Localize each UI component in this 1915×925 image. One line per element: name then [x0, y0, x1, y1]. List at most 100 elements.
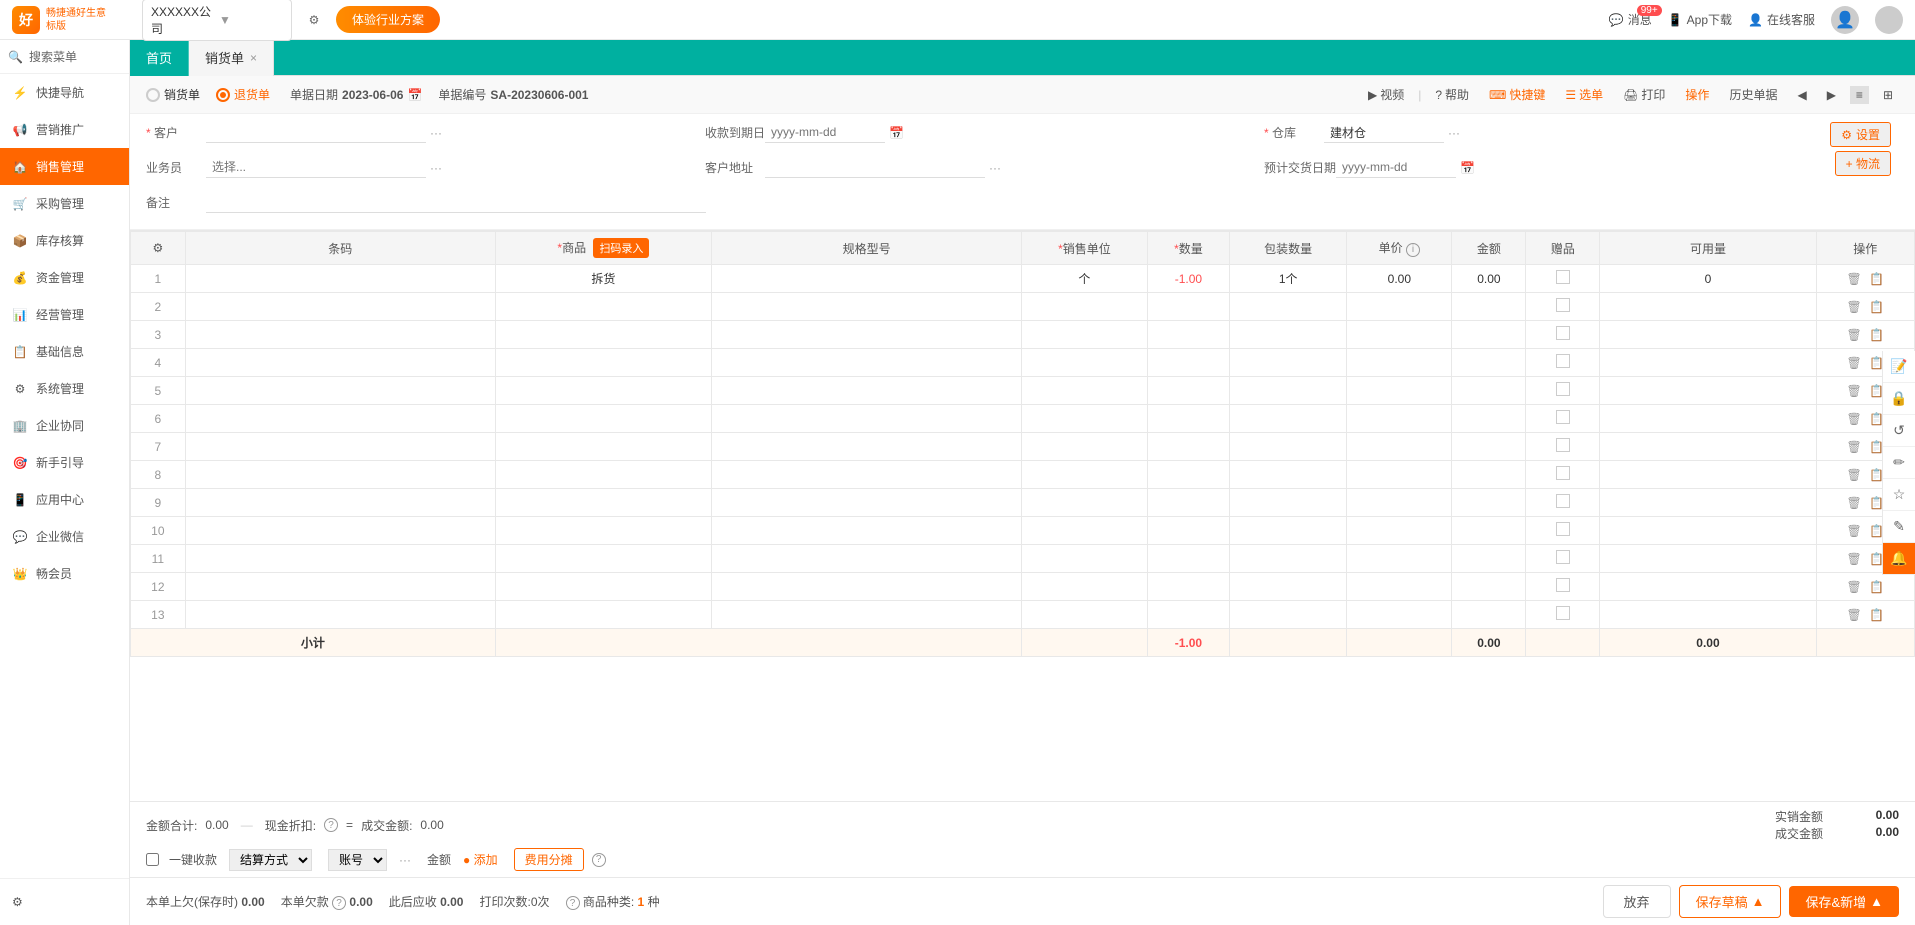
calendar-icon[interactable]: 📅 — [407, 88, 422, 102]
cash-discount-info-icon[interactable]: ? — [324, 818, 338, 832]
cell-unit-price[interactable] — [1347, 321, 1452, 349]
cell-gift[interactable] — [1526, 573, 1600, 601]
sidebar-settings[interactable]: ⚙ — [0, 887, 129, 917]
delete-icon[interactable]: 🗑 — [1847, 328, 1862, 342]
copy-icon[interactable]: 📋 — [1869, 580, 1884, 594]
delete-icon[interactable]: 🗑 — [1847, 300, 1862, 314]
due-date-input[interactable] — [765, 122, 885, 143]
delete-icon[interactable]: 🗑 — [1847, 552, 1862, 566]
sidebar-item-member[interactable]: 👑 畅会员 — [0, 555, 129, 592]
warehouse-input[interactable] — [1324, 122, 1444, 143]
cell-spec[interactable] — [712, 321, 1022, 349]
cell-barcode[interactable] — [185, 321, 495, 349]
cell-quantity[interactable] — [1147, 405, 1229, 433]
company-selector[interactable]: XXXXXX公司 ▼ — [142, 0, 292, 41]
sidebar-item-quick-nav[interactable]: ⚡ 快捷导航 — [0, 74, 129, 111]
remark-input[interactable] — [206, 192, 706, 213]
total-owes-info-icon[interactable]: ? — [332, 896, 346, 910]
online-service-button[interactable]: 👤 在线客服 — [1748, 11, 1815, 28]
cell-product[interactable] — [495, 545, 711, 573]
cell-quantity[interactable] — [1147, 433, 1229, 461]
expense-split-btn[interactable]: 费用分摊 — [514, 848, 584, 871]
cell-gift[interactable] — [1526, 601, 1600, 629]
expected-delivery-calendar-icon[interactable]: 📅 — [1460, 161, 1475, 175]
cell-product[interactable] — [495, 321, 711, 349]
cell-product[interactable] — [495, 489, 711, 517]
account-select[interactable]: 账号 — [328, 849, 387, 871]
cell-spec[interactable] — [712, 265, 1022, 293]
select-btn[interactable]: ☰ 选单 — [1559, 84, 1609, 105]
settings-icon[interactable]: ⚙ — [300, 6, 328, 34]
cell-barcode[interactable] — [185, 293, 495, 321]
cell-product[interactable] — [495, 349, 711, 377]
cell-quantity[interactable]: -1.00 — [1147, 265, 1229, 293]
save-draft-button[interactable]: 保存草稿 ▲ — [1679, 885, 1782, 918]
float-star-icon[interactable]: ☆ — [1883, 479, 1915, 511]
sidebar-item-sales[interactable]: 🏠 销售管理 — [0, 148, 129, 185]
cell-gift[interactable] — [1526, 489, 1600, 517]
cell-unit-price[interactable] — [1347, 405, 1452, 433]
sidebar-item-system[interactable]: ⚙ 系统管理 — [0, 370, 129, 407]
cell-gift[interactable] — [1526, 293, 1600, 321]
sidebar-item-app-center[interactable]: 📱 应用中心 — [0, 481, 129, 518]
float-lock-icon[interactable]: 🔒 — [1883, 383, 1915, 415]
cell-product[interactable] — [495, 573, 711, 601]
salesman-input[interactable] — [206, 157, 426, 178]
cell-barcode[interactable] — [185, 461, 495, 489]
cell-gift[interactable] — [1526, 321, 1600, 349]
cell-gift[interactable] — [1526, 349, 1600, 377]
delete-icon[interactable]: 🗑 — [1847, 440, 1862, 454]
delete-icon[interactable]: 🗑 — [1847, 468, 1862, 482]
float-orange-icon[interactable]: 🔔 — [1883, 543, 1915, 575]
goods-type-info-icon[interactable]: ? — [566, 896, 580, 910]
cell-barcode[interactable] — [185, 433, 495, 461]
history-btn[interactable]: 历史单据 — [1723, 84, 1783, 105]
unit-price-info-icon[interactable]: i — [1406, 243, 1420, 257]
delete-icon[interactable]: 🗑 — [1847, 496, 1862, 510]
radio-sales-order[interactable]: 销货单 — [146, 86, 200, 103]
operate-btn[interactable]: 操作 — [1679, 84, 1715, 105]
cell-unit-price[interactable] — [1347, 349, 1452, 377]
sidebar-search[interactable]: 🔍 搜索菜单 — [0, 40, 129, 74]
float-note-icon[interactable]: ✎ — [1883, 511, 1915, 543]
cell-barcode[interactable] — [185, 601, 495, 629]
cell-unit-price[interactable] — [1347, 601, 1452, 629]
float-edit-icon[interactable]: 📝 — [1883, 351, 1915, 383]
th-settings[interactable]: ⚙ — [131, 232, 186, 265]
cell-barcode[interactable] — [185, 405, 495, 433]
cell-quantity[interactable] — [1147, 349, 1229, 377]
expense-info-icon[interactable]: ? — [592, 853, 606, 867]
cell-unit-price[interactable] — [1347, 293, 1452, 321]
delete-icon[interactable]: 🗑 — [1847, 524, 1862, 538]
copy-icon[interactable]: 📋 — [1869, 608, 1884, 622]
tab-home[interactable]: 首页 — [130, 40, 189, 76]
delete-icon[interactable]: 🗑 — [1847, 412, 1862, 426]
cell-quantity[interactable] — [1147, 517, 1229, 545]
float-refresh-icon[interactable]: ↺ — [1883, 415, 1915, 447]
sidebar-item-wechat[interactable]: 💬 企业微信 — [0, 518, 129, 555]
customer-address-dots-btn[interactable]: ··· — [989, 161, 1001, 175]
sidebar-item-marketing[interactable]: 📢 营销推广 — [0, 111, 129, 148]
cell-gift[interactable] — [1526, 545, 1600, 573]
trial-button[interactable]: 体验行业方案 — [336, 6, 440, 33]
sidebar-item-guide[interactable]: 🎯 新手引导 — [0, 444, 129, 481]
cell-barcode[interactable] — [185, 377, 495, 405]
customer-address-input[interactable] — [765, 157, 985, 178]
cell-barcode[interactable] — [185, 489, 495, 517]
salesman-dots-btn[interactable]: ··· — [430, 161, 442, 175]
nav-next-btn[interactable]: ▶ — [1821, 86, 1842, 104]
due-date-calendar-icon[interactable]: 📅 — [889, 126, 904, 140]
cell-quantity[interactable] — [1147, 321, 1229, 349]
cell-barcode[interactable] — [185, 265, 495, 293]
sidebar-item-inventory[interactable]: 📦 库存核算 — [0, 222, 129, 259]
cell-quantity[interactable] — [1147, 601, 1229, 629]
app-download-button[interactable]: 📱 App下载 — [1668, 11, 1732, 28]
tab-close-icon[interactable]: × — [250, 51, 257, 65]
video-btn[interactable]: ▶ 视频 — [1362, 84, 1410, 105]
cell-unit-price[interactable] — [1347, 545, 1452, 573]
cell-quantity[interactable] — [1147, 573, 1229, 601]
cell-spec[interactable] — [712, 405, 1022, 433]
sidebar-item-basic-info[interactable]: 📋 基础信息 — [0, 333, 129, 370]
avatar[interactable]: 👤 — [1831, 6, 1859, 34]
view-grid-btn[interactable]: ⊞ — [1877, 86, 1899, 104]
